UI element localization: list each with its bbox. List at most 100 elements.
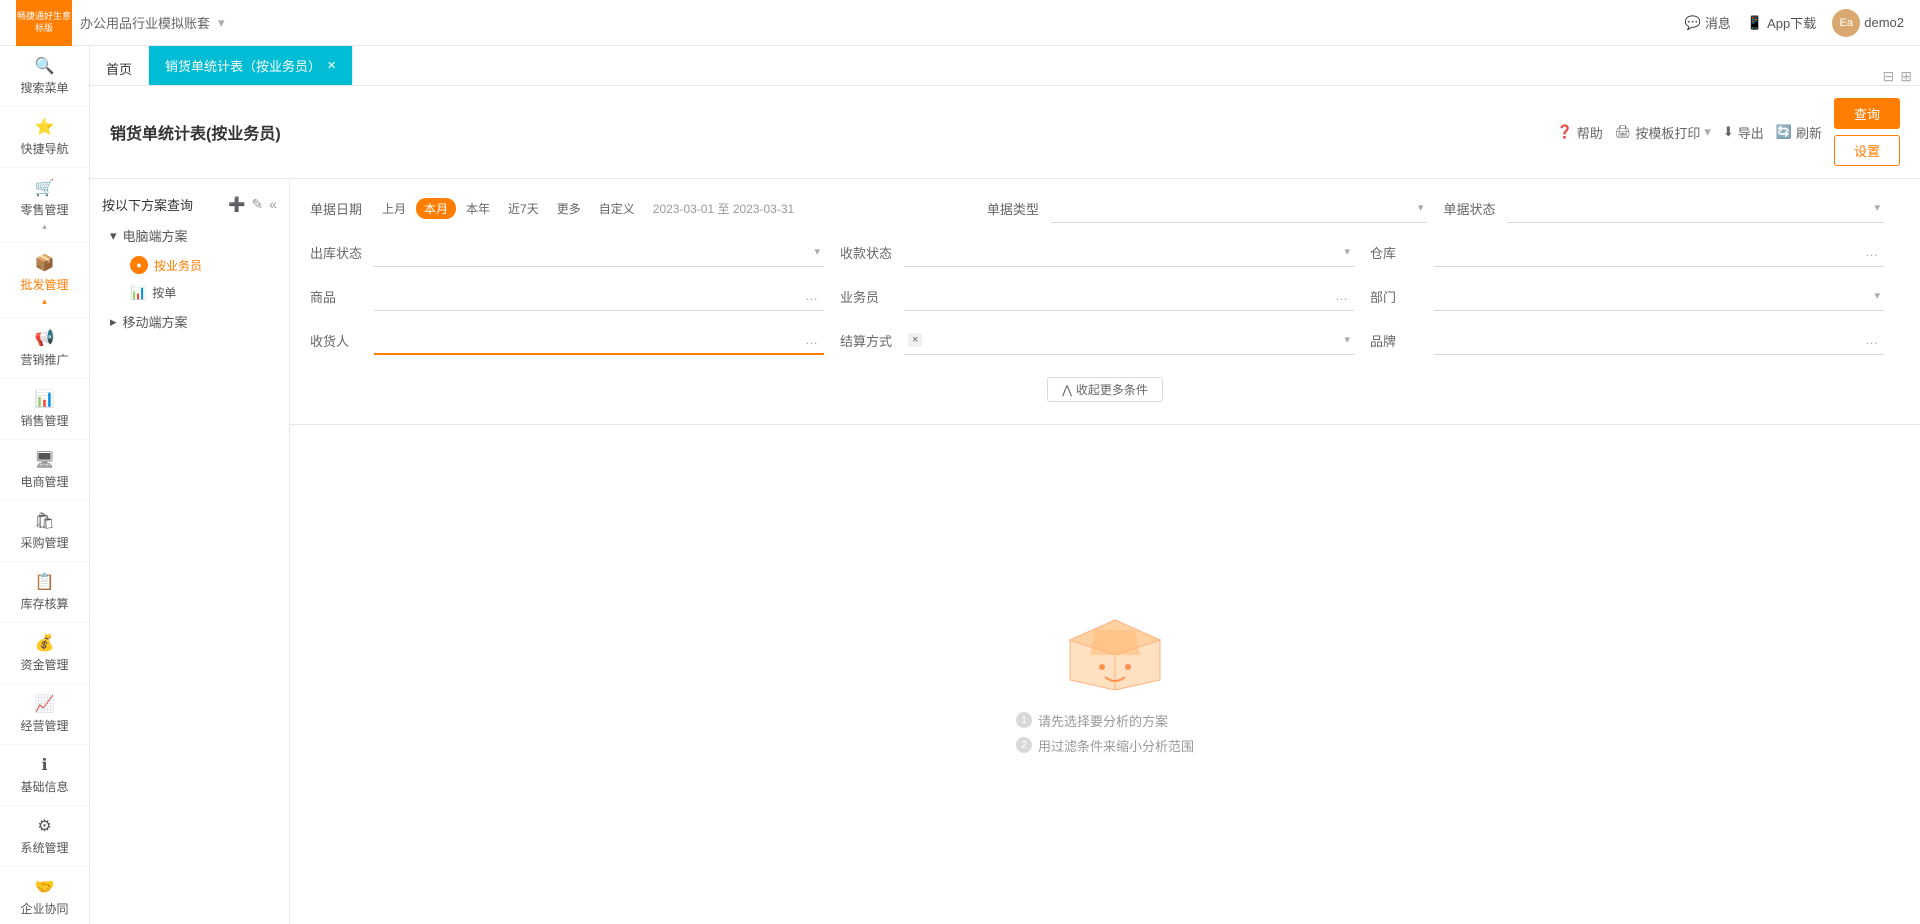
date-range-value: 2023-03-01 至 2023-03-31 (653, 200, 794, 217)
date-btn-last-month[interactable]: 上月 (374, 198, 414, 219)
sidebar-item-retail[interactable]: 🛒 零售管理 ▴ (0, 168, 89, 243)
doc-status-input[interactable] (1507, 193, 1884, 223)
goods-input[interactable]: … (374, 281, 824, 311)
doc-type-arrow (1418, 201, 1424, 214)
sidebar-item-finance-label: 资金管理 (20, 656, 68, 673)
template-print-btn[interactable]: 🖨 按模板打印 ▾ (1615, 123, 1711, 142)
tab-home[interactable]: 首页 (90, 51, 149, 85)
sidebar-item-quicknav[interactable]: ⭐ 快捷导航 (0, 107, 89, 168)
breadcrumb-dropdown-icon[interactable]: ▾ (218, 15, 225, 31)
query-btn-group: 查询 设置 (1834, 98, 1900, 166)
brand-input[interactable]: … (1434, 325, 1884, 355)
consignee-dots: … (805, 332, 820, 347)
user-profile[interactable]: Ea demo2 (1832, 9, 1904, 37)
tab-maximize-icon[interactable]: ⊞ (1900, 68, 1912, 85)
salesperson-input[interactable]: … (904, 281, 1354, 311)
collapse-btn[interactable]: ⋀ 收起更多条件 (1047, 377, 1163, 402)
out-status-arrow (814, 245, 820, 258)
system-icon: ⚙ (37, 816, 51, 836)
date-btn-this-year[interactable]: 本年 (458, 198, 498, 219)
panel-header: 按以下方案查询 ➕ ✎ « (90, 189, 289, 220)
edit-scheme-icon[interactable]: ✎ (251, 196, 263, 213)
sales-icon: 📊 (35, 389, 55, 409)
settings-button[interactable]: 设置 (1834, 135, 1900, 166)
consignee-input[interactable]: … (374, 325, 824, 355)
date-btn-last7[interactable]: 近7天 (500, 198, 547, 219)
quicknav-icon: ⭐ (35, 117, 55, 137)
sidebar-item-wholesale[interactable]: 📦 批发管理 ▴ (0, 243, 89, 318)
empty-box-svg (1065, 615, 1165, 695)
date-btn-custom[interactable]: 自定义 (591, 198, 643, 219)
page-body: 按以下方案查询 ➕ ✎ « ▾ 电脑端方案 ● 按业务员 (90, 179, 1920, 924)
doc-type-input[interactable] (1051, 193, 1428, 223)
receipt-status-input[interactable] (904, 237, 1354, 267)
filter-cell-brand: 品牌 … (1370, 325, 1900, 355)
sidebar-item-operations[interactable]: 📈 经营管理 (0, 684, 89, 745)
add-scheme-icon[interactable]: ➕ (228, 196, 245, 213)
operations-icon: 📈 (35, 694, 55, 714)
expand-icon: ▴ (42, 221, 47, 232)
tree-mobile[interactable]: ▸ 移动端方案 (90, 306, 289, 337)
sidebar-item-enterprise[interactable]: 🤝 企业协同 (0, 867, 89, 924)
tree-desktop-label: 电脑端方案 (123, 226, 188, 245)
receipt-status-arrow (1344, 245, 1350, 258)
tree-expand-icon: ▾ (110, 228, 117, 244)
help-btn[interactable]: ❓ 帮助 (1557, 123, 1603, 142)
app-download-btn[interactable]: 📱 App下载 (1747, 13, 1816, 32)
enterprise-icon: 🤝 (35, 877, 55, 897)
tab-close-icon[interactable]: ✕ (327, 59, 336, 72)
receipt-status-label: 收款状态 (840, 243, 896, 262)
filter-cell-goods: 商品 … (310, 281, 840, 311)
sidebar-item-ecommerce[interactable]: 🖥 电商管理 (0, 440, 89, 501)
query-button[interactable]: 查询 (1834, 98, 1900, 129)
tree-item-by-salesperson[interactable]: ● 按业务员 (102, 251, 289, 279)
sidebar-item-wholesale-label: 批发管理 (20, 276, 68, 293)
tree-item-by-order[interactable]: 📊 按单 (102, 279, 289, 306)
out-status-input[interactable] (374, 237, 824, 267)
brand-label: 品牌 (1370, 331, 1426, 350)
user-name: demo2 (1864, 15, 1904, 30)
tree-desktop-sub: ● 按业务员 📊 按单 (90, 251, 289, 306)
sidebar-item-marketing[interactable]: 📢 营销推广 (0, 318, 89, 379)
sidebar-item-operations-label: 经营管理 (20, 717, 68, 734)
left-panel: 按以下方案查询 ➕ ✎ « ▾ 电脑端方案 ● 按业务员 (90, 179, 290, 924)
topbar: 畅捷通好生意 标版 办公用品行业模拟账套 ▾ 💬 消息 📱 App下载 Ea d… (0, 0, 1920, 46)
collapse-panel-icon[interactable]: « (269, 196, 277, 213)
payment-label: 结算方式 (840, 331, 896, 350)
sidebar-item-finance[interactable]: 💰 资金管理 (0, 623, 89, 684)
tab-home-label: 首页 (106, 59, 132, 78)
collapse-icon: ⋀ (1062, 383, 1072, 397)
payment-input[interactable]: × (904, 325, 1354, 355)
filter-cell-consignee: 收货人 … (310, 325, 840, 355)
sidebar-item-basic[interactable]: ℹ 基础信息 (0, 745, 89, 806)
sidebar-item-purchase[interactable]: 🛍 采购管理 (0, 501, 89, 562)
sidebar-item-sales[interactable]: 📊 销售管理 (0, 379, 89, 440)
sidebar-item-search-label: 搜索菜单 (20, 79, 68, 96)
date-btn-more[interactable]: 更多 (549, 198, 589, 219)
filter-cell-doctype: 单据类型 (987, 193, 1444, 223)
main-layout: 🔍 搜索菜单 ⭐ 快捷导航 🛒 零售管理 ▴ 📦 批发管理 ▴ 📢 营销推广 📊… (0, 46, 1920, 924)
brand-dots: … (1865, 332, 1880, 347)
sidebar-item-inventory[interactable]: 📋 库存核算 (0, 562, 89, 623)
payment-tag[interactable]: × (908, 333, 922, 347)
empty-state: 1 请先选择要分析的方案 2 用过滤条件来缩小分析范围 (290, 425, 1920, 924)
topbar-left: 畅捷通好生意 标版 办公用品行业模拟账套 ▾ (16, 0, 225, 46)
empty-text: 1 请先选择要分析的方案 2 用过滤条件来缩小分析范围 (1016, 711, 1194, 755)
refresh-btn[interactable]: 🔄 刷新 (1776, 123, 1822, 142)
sidebar-item-system[interactable]: ⚙ 系统管理 (0, 806, 89, 867)
payment-arrow (1344, 333, 1350, 346)
hint-num-2: 2 (1016, 737, 1032, 753)
tree-mobile-label: 移动端方案 (123, 312, 188, 331)
tab-minimize-icon[interactable]: ⊟ (1883, 68, 1895, 85)
empty-hint-1: 1 请先选择要分析的方案 (1016, 711, 1194, 730)
sidebar-item-search[interactable]: 🔍 搜索菜单 (0, 46, 89, 107)
tab-sales-stat[interactable]: 销货单统计表（按业务员） ✕ (149, 46, 353, 85)
export-btn[interactable]: ⬇ 导出 (1723, 123, 1764, 142)
date-btn-this-month[interactable]: 本月 (416, 198, 456, 219)
message-btn[interactable]: 💬 消息 (1685, 13, 1731, 32)
tab-sales-stat-label: 销货单统计表（按业务员） (165, 56, 321, 75)
tree-mobile-expand-icon: ▸ (110, 314, 117, 330)
tree-desktop[interactable]: ▾ 电脑端方案 (90, 220, 289, 251)
warehouse-input[interactable]: … (1434, 237, 1884, 267)
department-input[interactable] (1434, 281, 1884, 311)
